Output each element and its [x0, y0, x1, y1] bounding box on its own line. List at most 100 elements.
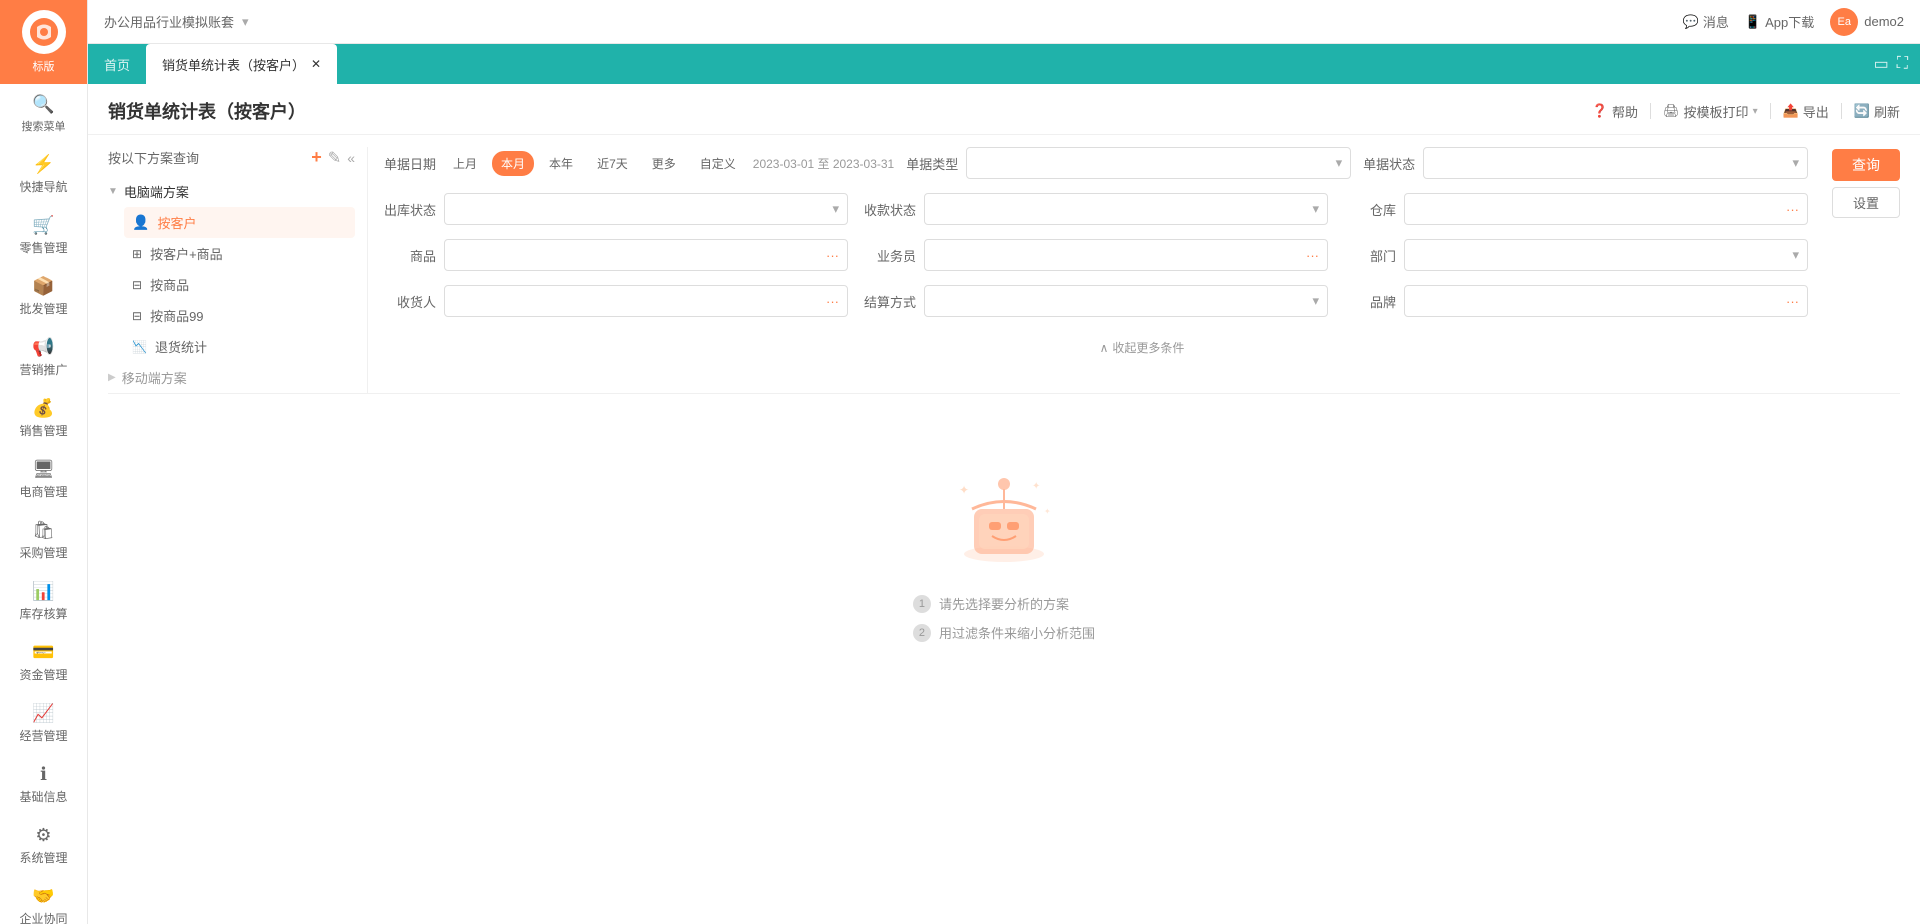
date-btn-last-month[interactable]: 上月 [444, 151, 486, 176]
empty-step-1: 1 请先选择要分析的方案 [913, 594, 1095, 613]
filter-row-3: 商品 ··· 业务员 [384, 239, 1808, 271]
tab-sales-stat[interactable]: 销货单统计表（按客户） ✕ [146, 44, 337, 84]
goods-select[interactable]: ··· [444, 239, 848, 271]
order-type-select[interactable]: ▾ [966, 147, 1351, 179]
tab-close-button[interactable]: ✕ [311, 57, 321, 71]
department-arrow: ▾ [1792, 247, 1799, 263]
brand-dots: ··· [1786, 294, 1799, 309]
sidebar-item-finance[interactable]: 💳 资金管理 [0, 632, 87, 693]
scheme-collapse-button[interactable]: « [347, 150, 355, 166]
filter-row-2: 出库状态 ▾ 收款状态 [384, 193, 1808, 225]
date-btn-more[interactable]: 更多 [643, 151, 685, 176]
mobile-group-arrow: ▶ [108, 372, 116, 383]
export-label: 导出 [1803, 102, 1829, 121]
filter-out-status: 出库状态 ▾ [384, 193, 848, 225]
sidebar-item-sales[interactable]: 💰 销售管理 [0, 388, 87, 449]
scheme-item-return-stat[interactable]: 📉 退货统计 [124, 331, 355, 362]
receiver-select[interactable]: ··· [444, 285, 848, 317]
basic-icon: ℹ [40, 764, 47, 785]
filter-row-4: 收货人 ··· 结算方式 [384, 285, 1808, 317]
app-download-label: App下载 [1765, 12, 1814, 31]
dropdown-arrow[interactable]: ▾ [242, 14, 249, 30]
goods-99-icon: ⊟ [132, 309, 142, 323]
scheme-item-by-goods-99[interactable]: ⊟ 按商品99 [124, 300, 355, 331]
template-print-label: 按模板打印 [1684, 102, 1749, 121]
user-menu[interactable]: Ea demo2 [1830, 8, 1904, 36]
minimize-button[interactable]: ▭ [1874, 54, 1889, 74]
empty-illustration: ✦ ✦ ✦ [944, 454, 1064, 574]
sidebar-item-label: 库存核算 [19, 605, 67, 622]
date-btn-custom[interactable]: 自定义 [691, 151, 745, 176]
filter-date-item: 单据日期 上月 本月 本年 近7天 更多 自定义 [384, 151, 894, 176]
collapse-bar[interactable]: ∧ 收起更多条件 [384, 331, 1900, 368]
date-btn-last-7[interactable]: 近7天 [588, 151, 637, 176]
template-print-button[interactable]: 🖨 按模板打印 ▾ [1663, 102, 1758, 121]
empty-step-2: 2 用过滤条件来缩小分析范围 [913, 623, 1095, 642]
scheme-group-mobile: ▶ 移动端方案 [108, 362, 355, 393]
refresh-label: 刷新 [1874, 102, 1900, 121]
sidebar-item-label: 采购管理 [19, 544, 67, 561]
scheme-item-by-goods[interactable]: ⊟ 按商品 [124, 269, 355, 300]
query-button[interactable]: 查询 [1832, 149, 1900, 181]
receipt-status-arrow: ▾ [1312, 201, 1319, 217]
logo-text: 标版 [33, 58, 55, 74]
scheme-group-desktop-header[interactable]: ▼ 电脑端方案 [108, 176, 355, 207]
message-button[interactable]: 💬 消息 [1683, 12, 1729, 31]
sidebar-item-system[interactable]: ⚙ 系统管理 [0, 815, 87, 876]
return-icon: 📉 [132, 340, 147, 354]
tab-bar: 首页 销货单统计表（按客户） ✕ ▭ ⛶ [88, 44, 1920, 84]
header-left: 办公用品行业模拟账套 ▾ [104, 12, 249, 31]
system-icon: ⚙ [35, 825, 51, 846]
receipt-status-select[interactable]: ▾ [924, 193, 1328, 225]
user-name: demo2 [1864, 14, 1904, 29]
scheme-add-button[interactable]: + [311, 147, 322, 168]
date-btn-this-month[interactable]: 本月 [492, 151, 534, 176]
sidebar-item-ecommerce[interactable]: 🖥 电商管理 [0, 449, 87, 510]
svg-text:✦: ✦ [959, 483, 969, 497]
salesperson-select[interactable]: ··· [924, 239, 1328, 271]
date-btn-this-year[interactable]: 本年 [540, 151, 582, 176]
tab-home[interactable]: 首页 [88, 44, 146, 84]
scheme-item-label: 退货统计 [155, 337, 207, 356]
department-select[interactable]: ▾ [1404, 239, 1808, 271]
avatar: Ea [1830, 8, 1858, 36]
inventory-icon: 📊 [32, 581, 54, 602]
sidebar-item-search-menu[interactable]: 🔍 搜索菜单 [0, 84, 87, 144]
brand-select[interactable]: ··· [1404, 285, 1808, 317]
scheme-edit-button[interactable]: ✎ [328, 148, 341, 168]
order-status-select[interactable]: ▾ [1423, 147, 1808, 179]
sidebar-item-inventory[interactable]: 📊 库存核算 [0, 571, 87, 632]
settings-button[interactable]: 设置 [1832, 187, 1900, 218]
sidebar-item-quick-nav[interactable]: ⚡ 快捷导航 [0, 144, 87, 205]
filter-order-status: 单据状态 ▾ [1363, 147, 1808, 179]
retail-icon: 🛒 [32, 215, 54, 236]
export-button[interactable]: 📤 导出 [1783, 102, 1829, 121]
page-title: 销货单统计表（按客户） [108, 98, 306, 124]
app-download-button[interactable]: 📱 App下载 [1745, 12, 1814, 31]
refresh-button[interactable]: 🔄 刷新 [1854, 102, 1900, 121]
scheme-list: ▼ 电脑端方案 👤 按客户 ⊞ 按客户+商品 [108, 176, 355, 393]
sidebar-item-marketing[interactable]: 📢 营销推广 [0, 327, 87, 388]
order-status-label: 单据状态 [1363, 154, 1415, 173]
filter-settlement: 结算方式 ▾ [864, 285, 1328, 317]
scheme-group-desktop-label: 电脑端方案 [124, 182, 189, 201]
sidebar-item-wholesale[interactable]: 📦 批发管理 [0, 266, 87, 327]
scheme-item-by-customer[interactable]: 👤 按客户 [124, 207, 355, 238]
sidebar-item-cooperation[interactable]: 🤝 企业协同 [0, 876, 87, 924]
order-type-arrow: ▾ [1336, 155, 1343, 171]
out-status-select[interactable]: ▾ [444, 193, 848, 225]
scheme-group-mobile-header[interactable]: ▶ 移动端方案 [108, 362, 355, 393]
sidebar-item-retail[interactable]: 🛒 零售管理 [0, 205, 87, 266]
help-button[interactable]: ❓ 帮助 [1592, 102, 1638, 121]
department-label: 部门 [1344, 246, 1396, 265]
date-filter: 上月 本月 本年 近7天 更多 自定义 [444, 151, 745, 176]
sidebar-item-operation[interactable]: 📈 经营管理 [0, 693, 87, 754]
scheme-item-by-customer-goods[interactable]: ⊞ 按客户+商品 [124, 238, 355, 269]
sidebar-item-purchase[interactable]: 🛍 采购管理 [0, 510, 87, 571]
scheme-actions: + ✎ « [311, 147, 355, 168]
maximize-button[interactable]: ⛶ [1897, 55, 1908, 73]
settlement-select[interactable]: ▾ [924, 285, 1328, 317]
warehouse-select[interactable]: ··· [1404, 193, 1808, 225]
sidebar-item-label: 电商管理 [19, 483, 67, 500]
sidebar-item-basic[interactable]: ℹ 基础信息 [0, 754, 87, 815]
